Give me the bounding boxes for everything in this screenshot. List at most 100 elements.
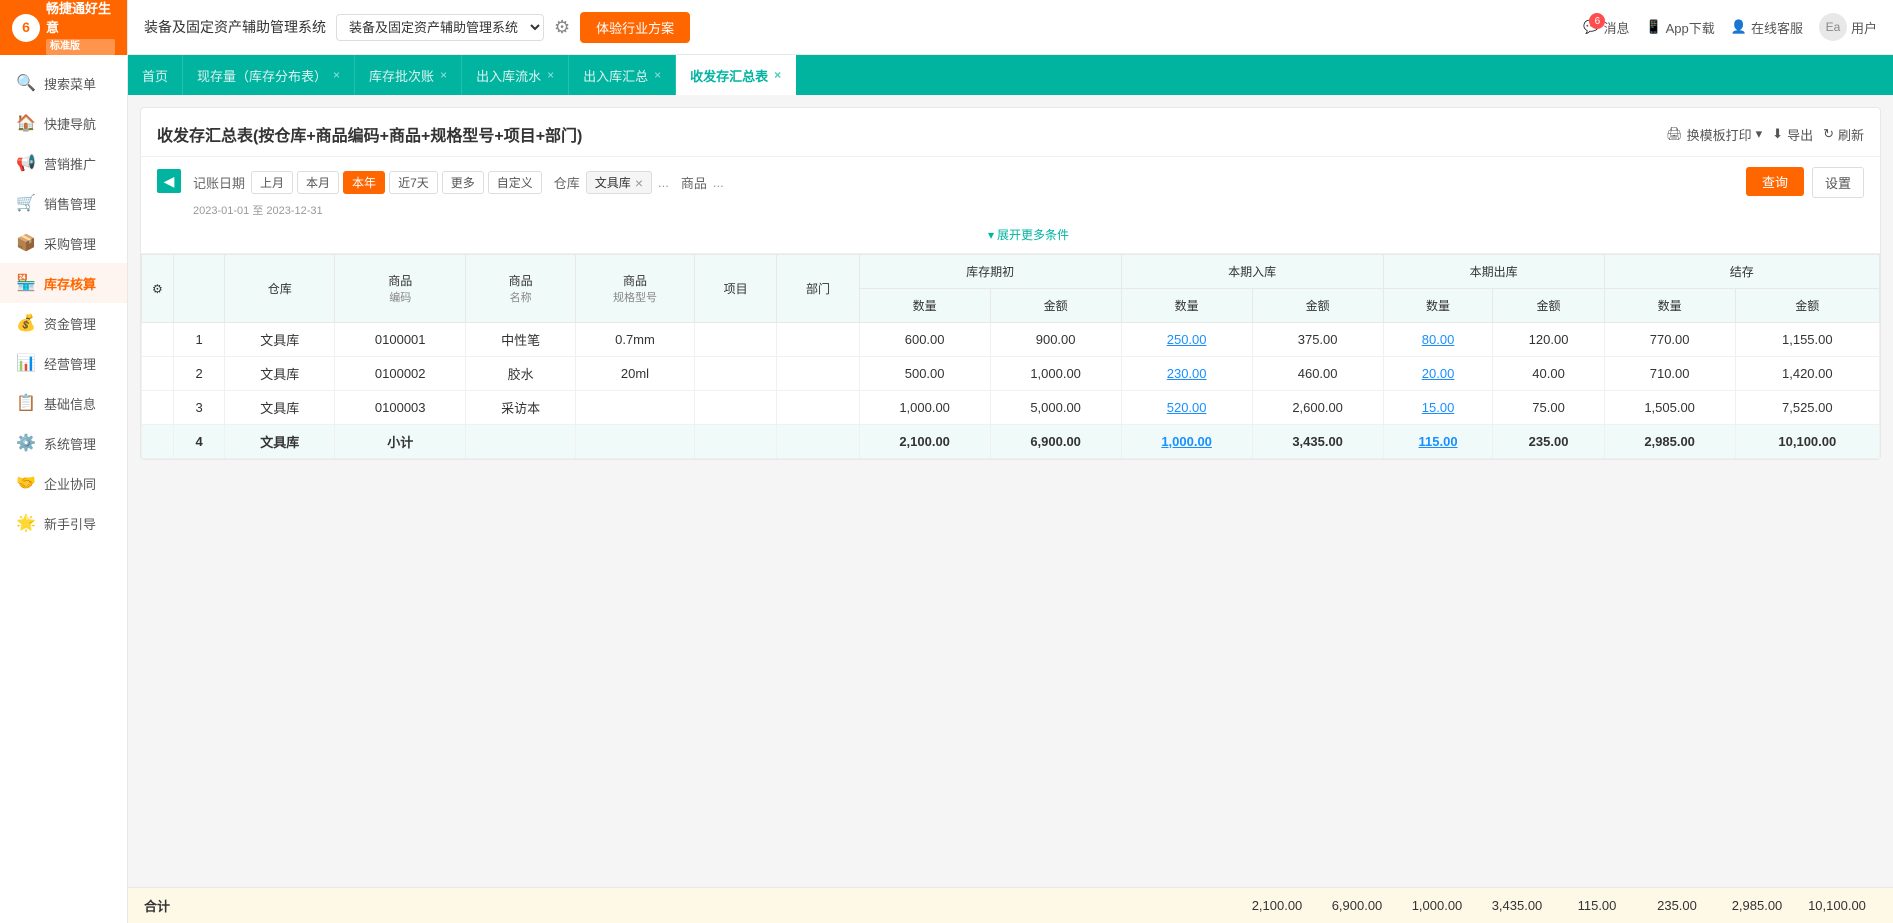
- date-btn-last-month[interactable]: 上月: [251, 171, 293, 194]
- topbar: 装备及固定资产辅助管理系统 装备及固定资产辅助管理系统 ⚙ 体验行业方案 💬 6…: [128, 0, 1893, 55]
- user-label: 用户: [1851, 18, 1877, 37]
- out-qty-link[interactable]: 15.00: [1383, 391, 1493, 425]
- sidebar-item-marketing[interactable]: 📢 营销推广: [0, 143, 127, 183]
- sidebar: 6 畅捷通好生意 标准版 🔍 搜索菜单 🏠 快捷导航 📢 营销推广 🛒 销售管理…: [0, 0, 128, 923]
- goods-code-cell: 0100001: [335, 323, 466, 357]
- main-content: 收发存汇总表(按仓库+商品编码+商品+规格型号+项目+部门) 🖨 换模板打印 ▾…: [128, 95, 1893, 923]
- subtotal-empty4: [777, 425, 859, 459]
- footer-balance-amt: 10,100.00: [1797, 898, 1877, 913]
- app-download-label: App下载: [1666, 18, 1715, 37]
- project-cell: [694, 391, 776, 425]
- in-qty-link[interactable]: 250.00: [1121, 323, 1252, 357]
- sidebar-item-search[interactable]: 🔍 搜索菜单: [0, 63, 127, 103]
- out-qty-link[interactable]: 80.00: [1383, 323, 1493, 357]
- sidebar-item-quick-nav[interactable]: 🏠 快捷导航: [0, 103, 127, 143]
- balance-qty-cell: 770.00: [1604, 323, 1735, 357]
- footer-opening-qty: 2,100.00: [1237, 898, 1317, 913]
- settings-icon[interactable]: ⚙: [554, 17, 570, 38]
- goods-more[interactable]: ...: [713, 175, 724, 190]
- date-btn-custom[interactable]: 自定义: [488, 171, 542, 194]
- footer-in-amt: 3,435.00: [1477, 898, 1557, 913]
- filter-actions: 查询 设置: [1746, 167, 1864, 198]
- purchase-icon: 📦: [16, 233, 36, 253]
- out-qty-link[interactable]: 20.00: [1383, 357, 1493, 391]
- subtotal-out-qty[interactable]: 115.00: [1383, 425, 1493, 459]
- th-opening: 库存期初: [859, 255, 1121, 289]
- sidebar-item-newbie[interactable]: 🌟 新手引导: [0, 503, 127, 543]
- sidebar-item-system[interactable]: ⚙️ 系统管理: [0, 423, 127, 463]
- system-select[interactable]: 装备及固定资产辅助管理系统: [336, 14, 544, 41]
- tab-flow-close[interactable]: ×: [547, 68, 554, 82]
- tab-summary-close[interactable]: ×: [654, 68, 661, 82]
- tab-batch-close[interactable]: ×: [440, 68, 447, 82]
- app-download-item[interactable]: 📱 App下载: [1645, 18, 1714, 37]
- message-item[interactable]: 💬 6 消息: [1583, 18, 1629, 37]
- warehouse-tag-close[interactable]: ×: [635, 175, 643, 191]
- tab-summary[interactable]: 出入库汇总 ×: [569, 55, 676, 95]
- th-department: 部门: [777, 255, 859, 323]
- th-row-num: [173, 255, 225, 323]
- row-settings-cell: [142, 323, 174, 357]
- subtotal-row: 4 文具库 小计 2,100.00 6,900.00 1,000.00 3,43…: [142, 425, 1880, 459]
- opening-qty-cell: 600.00: [859, 323, 990, 357]
- tab-batch[interactable]: 库存批次账 ×: [355, 55, 462, 95]
- query-btn[interactable]: 查询: [1746, 167, 1804, 196]
- date-btn-this-year[interactable]: 本年: [343, 171, 385, 194]
- refresh-btn[interactable]: ↻ 刷新: [1823, 125, 1864, 144]
- footer-balance-qty: 2,985.00: [1717, 898, 1797, 913]
- export-btn[interactable]: ⬇ 导出: [1772, 125, 1813, 144]
- th-opening-amt: 金额: [990, 289, 1121, 323]
- expand-row: ▾ 展开更多条件: [193, 226, 1864, 243]
- sidebar-item-label: 搜索菜单: [44, 74, 96, 93]
- th-settings[interactable]: ⚙: [142, 255, 174, 323]
- sidebar-nav: 🔍 搜索菜单 🏠 快捷导航 📢 营销推广 🛒 销售管理 📦 采购管理 🏪 库存核…: [0, 55, 127, 923]
- warehouse-tag[interactable]: 文具库 ×: [586, 171, 652, 194]
- sidebar-item-base-info[interactable]: 📋 基础信息: [0, 383, 127, 423]
- tab-recv-send-close[interactable]: ×: [774, 68, 781, 82]
- th-project: 项目: [694, 255, 776, 323]
- date-btn-7days[interactable]: 近7天: [389, 171, 438, 194]
- sidebar-item-business[interactable]: 📊 经营管理: [0, 343, 127, 383]
- sidebar-item-sales[interactable]: 🛒 销售管理: [0, 183, 127, 223]
- filter-toggle-btn[interactable]: ◀: [157, 169, 181, 193]
- tab-recv-send[interactable]: 收发存汇总表 ×: [676, 55, 796, 95]
- filter-settings-btn[interactable]: 设置: [1812, 167, 1864, 198]
- project-cell: [694, 357, 776, 391]
- date-btn-more[interactable]: 更多: [442, 171, 484, 194]
- row-num-cell: 2: [173, 357, 225, 391]
- th-warehouse: 仓库: [225, 255, 335, 323]
- tab-flow[interactable]: 出入库流水 ×: [462, 55, 569, 95]
- tab-stock-dist-close[interactable]: ×: [333, 68, 340, 82]
- sidebar-item-enterprise[interactable]: 🤝 企业协同: [0, 463, 127, 503]
- subtotal-in-qty[interactable]: 1,000.00: [1121, 425, 1252, 459]
- warehouse-cell: 文具库: [225, 357, 335, 391]
- sidebar-item-inventory[interactable]: 🏪 库存核算: [0, 263, 127, 303]
- tab-stock-dist[interactable]: 现存量（库存分布表） ×: [183, 55, 355, 95]
- balance-qty-cell: 1,505.00: [1604, 391, 1735, 425]
- logo-title: 畅捷通好生意: [46, 0, 115, 36]
- table-row: 2 文具库 0100002 胶水 20ml 500.00 1,000.00 23…: [142, 357, 1880, 391]
- page-actions: 🖨 换模板打印 ▾ ⬇ 导出 ↻ 刷新: [1666, 125, 1864, 144]
- in-qty-link[interactable]: 520.00: [1121, 391, 1252, 425]
- online-service-item[interactable]: 👤 在线客服: [1731, 18, 1803, 37]
- subtotal-balance-amt: 10,100.00: [1735, 425, 1879, 459]
- user-item[interactable]: Ea 用户: [1819, 13, 1877, 41]
- in-qty-link[interactable]: 230.00: [1121, 357, 1252, 391]
- refresh-label: 刷新: [1838, 125, 1864, 144]
- date-filter-group: 记账日期 上月 本月 本年 近7天 更多 自定义: [193, 171, 542, 194]
- message-label: 消息: [1603, 18, 1629, 37]
- warehouse-more[interactable]: ...: [658, 175, 669, 190]
- warehouse-cell: 文具库: [225, 391, 335, 425]
- print-btn[interactable]: 🖨 换模板打印 ▾: [1666, 125, 1762, 144]
- trial-btn[interactable]: 体验行业方案: [580, 12, 690, 43]
- tab-home[interactable]: 首页: [128, 55, 183, 95]
- expand-conditions-btn[interactable]: ▾ 展开更多条件: [988, 226, 1069, 243]
- filter-row-1: 记账日期 上月 本月 本年 近7天 更多 自定义 仓库 文: [193, 167, 1864, 198]
- sidebar-item-finance[interactable]: 💰 资金管理: [0, 303, 127, 343]
- sidebar-item-purchase[interactable]: 📦 采购管理: [0, 223, 127, 263]
- marketing-icon: 📢: [16, 153, 36, 173]
- sidebar-item-label: 库存核算: [44, 274, 96, 293]
- date-btn-this-month[interactable]: 本月: [297, 171, 339, 194]
- in-amt-cell: 460.00: [1252, 357, 1383, 391]
- business-icon: 📊: [16, 353, 36, 373]
